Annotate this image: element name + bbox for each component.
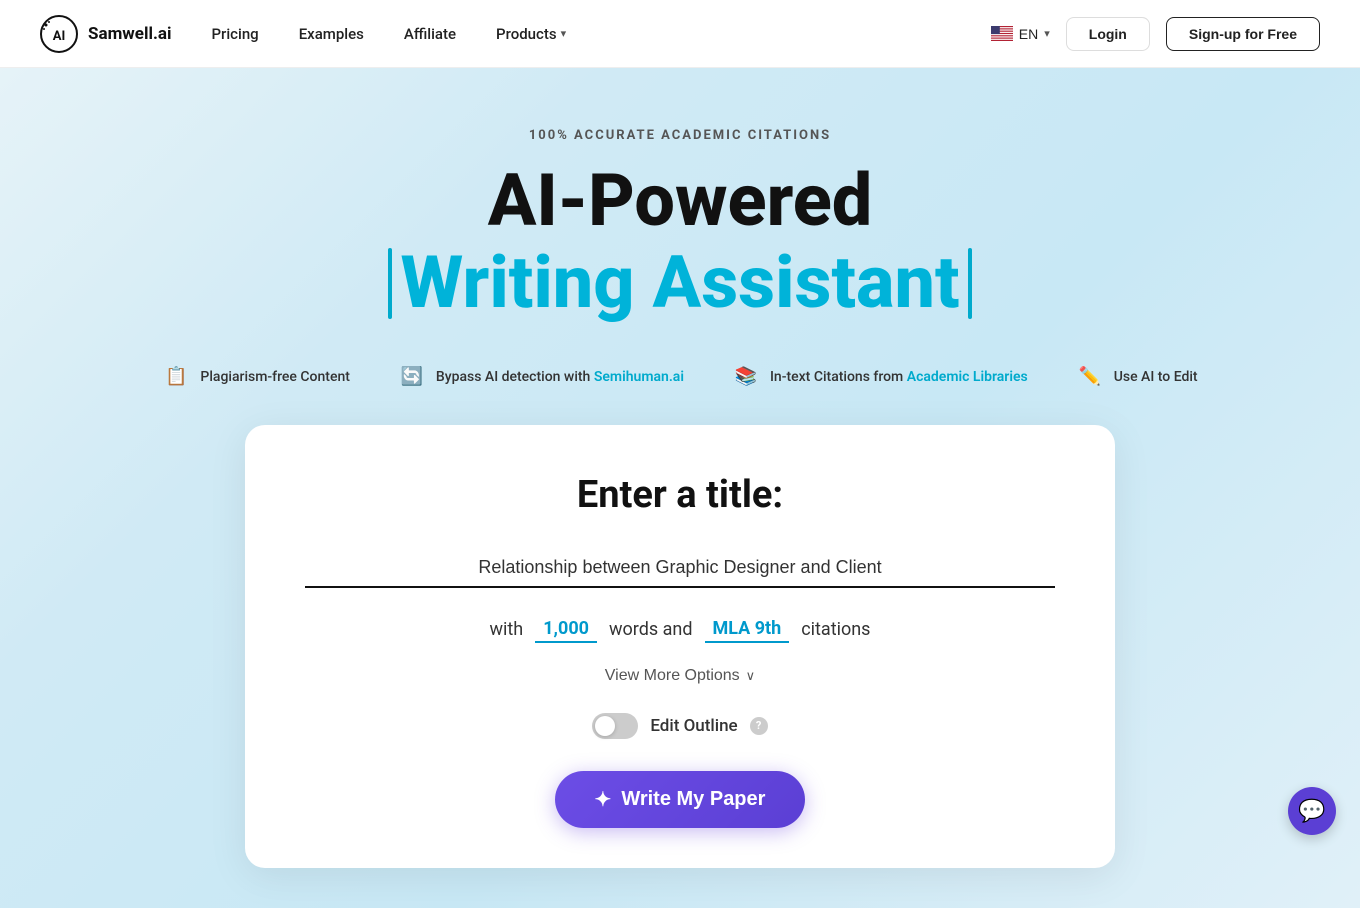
feature-plagiarism-label: Plagiarism-free Content — [200, 369, 350, 385]
edit-outline-row: Edit Outline ? — [305, 713, 1055, 739]
academic-libraries-link[interactable]: Academic Libraries — [907, 369, 1028, 385]
nav-right: EN ▾ Login Sign-up for Free — [991, 17, 1320, 51]
write-btn-row: ✦ Write My Paper — [305, 771, 1055, 828]
signup-button[interactable]: Sign-up for Free — [1166, 17, 1320, 51]
chevron-down-icon: ▾ — [561, 27, 567, 40]
nav-examples[interactable]: Examples — [299, 25, 364, 43]
words-suffix: words and — [609, 619, 693, 640]
language-selector[interactable]: EN ▾ — [991, 26, 1050, 42]
features-row: 📋 Plagiarism-free Content 🔄 Bypass AI de… — [0, 363, 1360, 391]
logo[interactable]: AI Samwell.ai — [40, 15, 171, 53]
view-more-button[interactable]: View More Options ∨ — [605, 667, 755, 685]
options-row: with 1,000 words and MLA 9th citations — [305, 616, 1055, 643]
chat-icon: 💬 — [1298, 799, 1325, 824]
citation-suffix: citations — [801, 619, 870, 640]
plagiarism-icon: 📋 — [162, 363, 190, 391]
toggle-knob — [595, 716, 615, 736]
hero-section: 100% ACCURATE ACADEMIC CITATIONS AI-Powe… — [0, 68, 1360, 327]
bypass-ai-icon: 🔄 — [398, 363, 426, 391]
nav-pricing[interactable]: Pricing — [211, 25, 258, 43]
feature-plagiarism: 📋 Plagiarism-free Content — [162, 363, 350, 391]
write-paper-button[interactable]: ✦ Write My Paper — [555, 771, 806, 828]
card-container: Enter a title: with 1,000 words and MLA … — [0, 415, 1360, 908]
svg-text:AI: AI — [53, 29, 66, 44]
main-card: Enter a title: with 1,000 words and MLA … — [245, 425, 1115, 868]
citation-value[interactable]: MLA 9th — [705, 616, 790, 643]
ai-edit-icon: ✏️ — [1076, 363, 1104, 391]
nav-left: AI Samwell.ai Pricing Examples Affiliate… — [40, 15, 566, 53]
title-input[interactable] — [305, 549, 1055, 586]
edit-outline-toggle[interactable] — [592, 713, 638, 739]
semihuman-link[interactable]: Semihuman.ai — [594, 369, 684, 385]
logo-text: Samwell.ai — [88, 24, 171, 44]
words-value[interactable]: 1,000 — [535, 616, 597, 643]
words-label: with — [490, 619, 524, 640]
view-more-label: View More Options — [605, 667, 740, 685]
feature-citations: 📚 In-text Citations from Academic Librar… — [732, 363, 1028, 391]
feature-bypass-ai-label: Bypass AI detection with Semihuman.ai — [436, 369, 684, 385]
lang-chevron-icon: ▾ — [1044, 27, 1050, 40]
hero-subtitle: 100% ACCURATE ACADEMIC CITATIONS — [0, 128, 1360, 143]
citations-icon: 📚 — [732, 363, 760, 391]
star-icon: ✦ — [595, 787, 612, 812]
hero-title-line2: Writing Assistant — [388, 240, 971, 326]
feature-bypass-ai: 🔄 Bypass AI detection with Semihuman.ai — [398, 363, 684, 391]
card-title: Enter a title: — [305, 473, 1055, 517]
hero-title-line1: AI-Powered — [0, 161, 1360, 240]
flag-icon — [991, 26, 1013, 41]
navbar: AI Samwell.ai Pricing Examples Affiliate… — [0, 0, 1360, 68]
view-more-chevron-icon: ∨ — [746, 668, 756, 684]
hero-title: AI-Powered Writing Assistant — [0, 161, 1360, 327]
view-more-row: View More Options ∨ — [305, 667, 1055, 685]
logo-icon: AI — [40, 15, 78, 53]
feature-citations-label: In-text Citations from Academic Librarie… — [770, 369, 1028, 385]
help-icon[interactable]: ? — [750, 717, 768, 735]
nav-products-dropdown[interactable]: Products ▾ — [496, 25, 566, 43]
login-button[interactable]: Login — [1066, 17, 1150, 51]
title-input-wrapper — [305, 549, 1055, 588]
nav-affiliate[interactable]: Affiliate — [404, 25, 456, 43]
edit-outline-label: Edit Outline — [650, 716, 737, 736]
write-btn-label: Write My Paper — [621, 788, 765, 811]
feature-ai-edit-label: Use AI to Edit — [1114, 369, 1198, 385]
feature-ai-edit: ✏️ Use AI to Edit — [1076, 363, 1198, 391]
chat-bubble-button[interactable]: 💬 — [1288, 787, 1336, 835]
nav-products-label: Products — [496, 25, 557, 43]
language-label: EN — [1019, 26, 1038, 42]
